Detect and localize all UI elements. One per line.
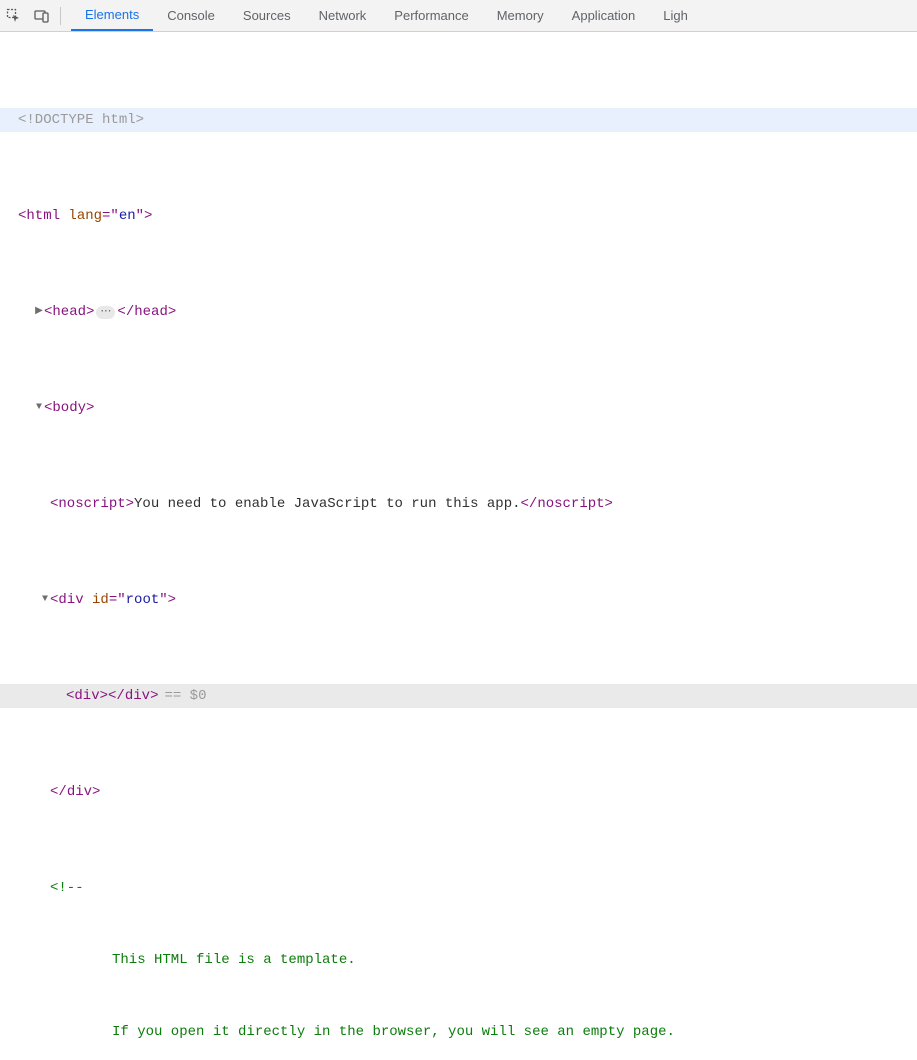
inspect-element-icon[interactable] — [0, 2, 28, 30]
tab-network[interactable]: Network — [305, 0, 381, 31]
tab-sources[interactable]: Sources — [229, 0, 305, 31]
tab-elements[interactable]: Elements — [71, 0, 153, 31]
dom-comment-line[interactable]: This HTML file is a template. — [0, 948, 917, 972]
elements-dom-tree[interactable]: <!DOCTYPE html> <html lang="en"> <head>⋯… — [0, 32, 917, 1060]
dom-body-open[interactable]: <body> — [0, 396, 917, 420]
toolbar-separator — [60, 7, 61, 25]
tab-memory[interactable]: Memory — [483, 0, 558, 31]
collapse-toggle-icon[interactable] — [34, 396, 44, 420]
panel-tabs: Elements Console Sources Network Perform… — [71, 0, 702, 31]
tab-overflow[interactable]: Ligh — [649, 0, 702, 31]
collapse-toggle-icon[interactable] — [40, 588, 50, 612]
dom-selected-node[interactable]: ⋯ <div></div>== $0 — [0, 684, 917, 708]
dom-doctype[interactable]: <!DOCTYPE html> — [0, 108, 917, 132]
dom-comment-open[interactable]: <!-- — [0, 876, 917, 900]
tab-performance[interactable]: Performance — [380, 0, 482, 31]
dom-div-root-close[interactable]: </div> — [0, 780, 917, 804]
ellipsis-icon[interactable]: ⋯ — [96, 306, 115, 319]
selected-node-marker: == $0 — [164, 684, 206, 708]
dom-html-open[interactable]: <html lang="en"> — [0, 204, 917, 228]
device-toolbar-icon[interactable] — [28, 2, 56, 30]
tab-application[interactable]: Application — [558, 0, 650, 31]
dom-div-root-open[interactable]: <div id="root"> — [0, 588, 917, 612]
tab-console[interactable]: Console — [153, 0, 229, 31]
expand-toggle-icon[interactable] — [34, 300, 44, 324]
dom-comment-line[interactable]: If you open it directly in the browser, … — [0, 1020, 917, 1044]
dom-head[interactable]: <head>⋯</head> — [0, 300, 917, 324]
dom-noscript[interactable]: <noscript>You need to enable JavaScript … — [0, 492, 917, 516]
devtools-toolbar: Elements Console Sources Network Perform… — [0, 0, 917, 32]
